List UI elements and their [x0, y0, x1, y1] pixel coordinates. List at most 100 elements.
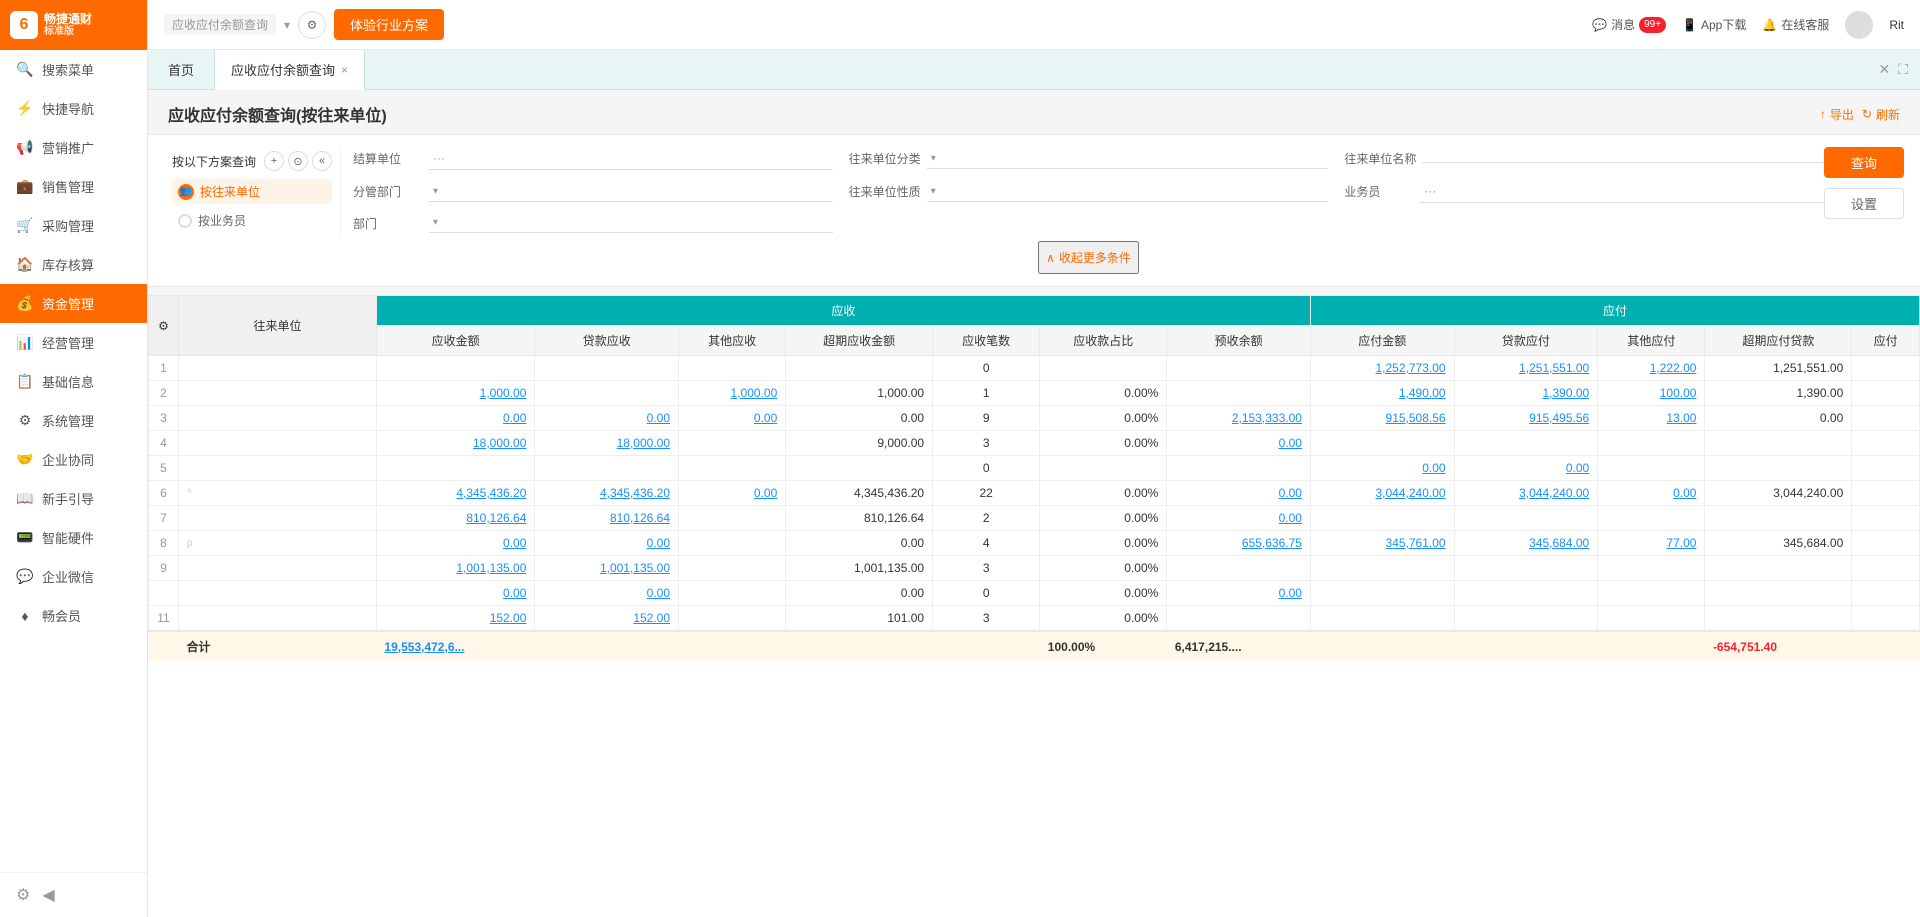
cell-ar-loan — [535, 381, 679, 406]
footer-empty — [149, 631, 179, 661]
cell-ap-other — [1598, 556, 1705, 581]
tab-active-receivable[interactable]: 应收应付余额查询 × — [215, 50, 365, 90]
filter-option-salesman[interactable]: 按业务员 — [172, 208, 332, 233]
salesman-input[interactable]: ··· — [1420, 180, 1824, 203]
cell-ar-ratio: 0.00% — [1040, 506, 1167, 531]
collapse-row: ∧ 收起更多条件 — [353, 241, 1824, 274]
cell-prepay: 0.00 — [1167, 506, 1311, 531]
filter-row: 按以下方案查询 + ⊙ « 👥 按往来单位 — [164, 147, 1904, 274]
cell-ap-other: 1,222.00 — [1598, 356, 1705, 381]
trial-button[interactable]: 体验行业方案 — [334, 9, 444, 40]
sidebar-item-quicknav[interactable]: ⚡ 快捷导航 — [0, 89, 147, 128]
division-input[interactable]: ▾ — [429, 213, 833, 233]
operations-icon: 📊 — [16, 334, 34, 351]
cell-partner — [179, 506, 377, 531]
set-button[interactable]: 设置 — [1824, 188, 1904, 219]
breadcrumb-arrow-icon[interactable]: ▾ — [284, 18, 290, 32]
sidebar-collapse-icon[interactable]: ◀ — [42, 885, 54, 905]
filter-settings-button[interactable]: ⊙ — [288, 151, 308, 171]
sidebar-item-sales[interactable]: 💼 销售管理 — [0, 167, 147, 206]
th-partner: 往来单位 — [179, 296, 377, 356]
partner-category-arrow-icon: ▾ — [931, 153, 936, 164]
sidebar-item-wechat[interactable]: 💬 企业微信 — [0, 557, 147, 596]
partner-nature-arrow-icon: ▾ — [931, 186, 936, 197]
sidebar-settings-icon[interactable]: ⚙ — [16, 885, 30, 905]
user-avatar[interactable] — [1845, 11, 1873, 39]
sidebar-item-system[interactable]: ⚙ 系统管理 — [0, 401, 147, 440]
cell-no: 1 — [149, 356, 179, 381]
sidebar-item-marketing[interactable]: 📢 营销推广 — [0, 128, 147, 167]
cell-prepay — [1167, 456, 1311, 481]
cell-ap-amount: 1,252,773.00 — [1310, 356, 1454, 381]
sidebar-item-member[interactable]: ♦ 畅会员 — [0, 596, 147, 635]
cell-ar-loan: 4,345,436.20 — [535, 481, 679, 506]
cell-no: 3 — [149, 406, 179, 431]
gear-button[interactable]: ⚙ — [298, 11, 326, 39]
cell-ar-overdue: 0.00 — [786, 581, 933, 606]
content-area: 应收应付余额查询(按往来单位) ↑ 导出 ↻ 刷新 按以下方案查询 — [148, 90, 1920, 917]
export-button[interactable]: ↑ 导出 — [1820, 106, 1854, 123]
guide-icon: 📖 — [16, 490, 34, 507]
filter-fields-grid: 结算单位 ··· 往来单位分类 ▾ 往来单位名称 — [353, 147, 1824, 233]
cell-ar-loan: 152.00 — [535, 606, 679, 632]
partner-nature-input[interactable]: ▾ — [927, 182, 1329, 202]
tab-bar: 首页 应收应付余额查询 × ✕ ⛶ — [148, 50, 1920, 90]
footer-ap-other — [1598, 631, 1705, 661]
filter-option-partner[interactable]: 👥 按往来单位 — [172, 179, 332, 204]
cell-ap-x — [1852, 606, 1920, 632]
sidebar-item-guide[interactable]: 📖 新手引导 — [0, 479, 147, 518]
cell-ar-ratio: 0.00% — [1040, 381, 1167, 406]
table-row: 6 ^ 4,345,436.20 4,345,436.20 0.00 4,345… — [149, 481, 1920, 506]
cell-ap-x — [1852, 481, 1920, 506]
cell-ap-x — [1852, 456, 1920, 481]
th-receivable-group: 应收 — [376, 296, 1310, 326]
filter-add-button[interactable]: + — [264, 151, 284, 171]
th-ap-overdue: 超期应付贷款 — [1705, 326, 1852, 356]
dept-input[interactable]: ▾ — [429, 182, 833, 202]
sidebar-item-inventory[interactable]: 🏠 库存核算 — [0, 245, 147, 284]
table-row: 4 18,000.00 18,000.00 9,000.00 3 0.00% 0… — [149, 431, 1920, 456]
partner-category-input[interactable]: ▾ — [927, 149, 1329, 169]
tab-maximize-icon[interactable]: ⛶ — [1898, 61, 1908, 78]
cell-no: 6 — [149, 481, 179, 506]
th-prepay: 预收余额 — [1167, 326, 1311, 356]
footer-prepay: 6,417,215.... — [1167, 631, 1311, 661]
partner-name-input[interactable] — [1422, 154, 1824, 163]
footer-ar-amount[interactable]: 19,553,472,6... — [376, 631, 534, 661]
member-icon: ♦ — [16, 608, 34, 624]
refresh-button[interactable]: ↻ 刷新 — [1862, 106, 1900, 123]
tab-close-window-icon[interactable]: ✕ — [1878, 61, 1890, 78]
cell-no: 2 — [149, 381, 179, 406]
th-settings[interactable]: ⚙ — [149, 296, 179, 356]
sidebar-item-basic[interactable]: 📋 基础信息 — [0, 362, 147, 401]
sidebar-item-search[interactable]: 🔍 搜索菜单 — [0, 50, 147, 89]
cell-ap-amount: 915,508.56 — [1310, 406, 1454, 431]
query-button[interactable]: 查询 — [1824, 147, 1904, 178]
tab-close-icon[interactable]: × — [341, 63, 348, 77]
cell-ar-ratio: 0.00% — [1040, 406, 1167, 431]
cell-ar-amount: 4,345,436.20 — [376, 481, 534, 506]
cell-ar-count: 0 — [933, 581, 1040, 606]
tab-home[interactable]: 首页 — [148, 50, 215, 90]
collapse-button[interactable]: ∧ 收起更多条件 — [1038, 241, 1139, 274]
cell-ap-other — [1598, 456, 1705, 481]
table-row: 2 1,000.00 1,000.00 1,000.00 1 0.00% 1,4… — [149, 381, 1920, 406]
message-action[interactable]: 💬 消息 99+ — [1592, 16, 1666, 33]
cell-ar-loan: 18,000.00 — [535, 431, 679, 456]
table-row: 8 p 0.00 0.00 0.00 4 0.00% 655,636.75 34… — [149, 531, 1920, 556]
cell-ap-x — [1852, 431, 1920, 456]
sidebar-item-purchase[interactable]: 🛒 采购管理 — [0, 206, 147, 245]
online-service-action[interactable]: 🔔 在线客服 — [1762, 16, 1829, 33]
filter-collapse-button[interactable]: « — [312, 151, 332, 171]
settlement-unit-input[interactable]: ··· — [429, 147, 833, 170]
sidebar-item-collab[interactable]: 🤝 企业协同 — [0, 440, 147, 479]
cell-ar-ratio: 0.00% — [1040, 531, 1167, 556]
cell-ar-overdue: 1,001,135.00 — [786, 556, 933, 581]
sidebar-item-funds[interactable]: 💰 资金管理 — [0, 284, 147, 323]
cell-ap-loan: 345,684.00 — [1454, 531, 1598, 556]
sidebar-item-hardware[interactable]: 📟 智能硬件 — [0, 518, 147, 557]
app-download-action[interactable]: 📱 App下载 — [1682, 16, 1746, 33]
cell-ap-loan — [1454, 581, 1598, 606]
sidebar-item-operations[interactable]: 📊 经营管理 — [0, 323, 147, 362]
filter-field-partner-category: 往来单位分类 ▾ — [849, 147, 1329, 170]
